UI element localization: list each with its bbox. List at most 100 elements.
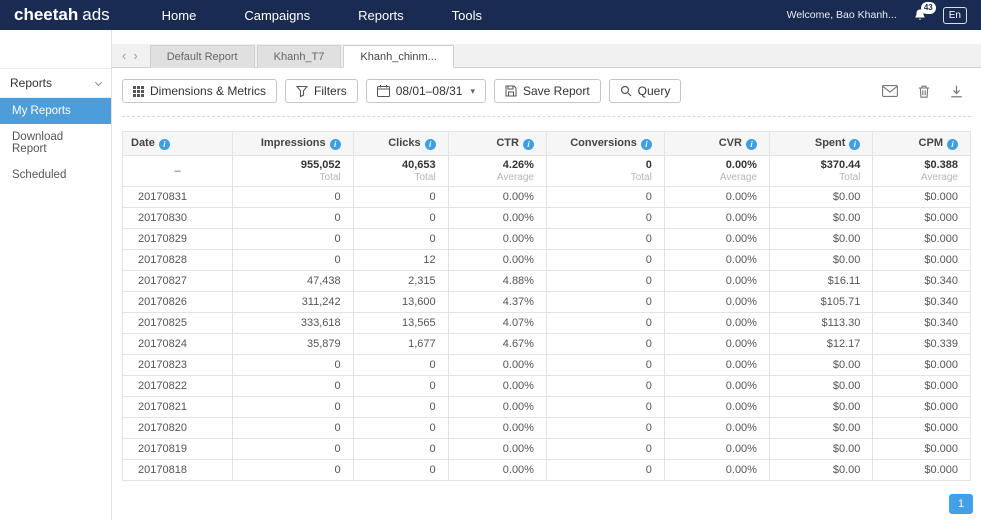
notifications-button[interactable]: 43 — [913, 2, 936, 22]
data-cell: $16.11 — [768, 270, 874, 292]
data-cell: $0.000 — [872, 249, 971, 271]
info-icon[interactable]: i — [745, 139, 757, 150]
data-cell: 2,315 — [352, 270, 449, 292]
save-icon — [505, 85, 517, 97]
totals-date-cell: – — [121, 155, 234, 187]
column-header-cvr[interactable]: CVR i — [663, 131, 770, 156]
sidebar-item-my-reports[interactable]: My Reports — [0, 98, 111, 124]
data-cell: 0 — [232, 375, 354, 397]
info-icon[interactable]: i — [849, 139, 861, 150]
totals-sublabel: Average — [496, 172, 534, 183]
date-cell: 20170827 — [121, 270, 234, 292]
page-1-button[interactable]: 1 — [949, 494, 973, 514]
data-cell: 333,618 — [232, 312, 354, 334]
data-cell: 4.37% — [447, 291, 547, 313]
dimensions-metrics-button[interactable]: Dimensions & Metrics — [122, 79, 278, 103]
download-icon[interactable] — [950, 85, 963, 98]
trash-icon[interactable] — [918, 85, 930, 98]
data-cell: 0.00% — [663, 396, 770, 418]
data-cell: 4.67% — [447, 333, 547, 355]
date-range-button[interactable]: 08/01–08/31 ▾ — [365, 79, 486, 103]
data-cell: 0 — [232, 186, 354, 208]
tab-scroll-left-icon[interactable]: ‹ — [122, 49, 126, 62]
column-header-conversions[interactable]: Conversions i — [545, 131, 665, 156]
data-cell: 0.00% — [447, 375, 547, 397]
totals-value: 955,052 — [300, 159, 341, 171]
data-cell: 0.00% — [663, 417, 770, 439]
app-window: cheetah ads Home Campaigns Reports Tools Wel… — [0, 0, 981, 520]
table-row: 20170823 0 0 0.00% 0 0.00% $0.00 $0.000 — [121, 354, 971, 376]
data-cell: 0.00% — [447, 396, 547, 418]
date-cell: 20170829 — [121, 228, 234, 250]
sidebar-item-scheduled[interactable]: Scheduled — [0, 162, 111, 188]
date-cell: 20170820 — [121, 417, 234, 439]
data-cell: $0.00 — [768, 417, 874, 439]
sidebar-section-reports[interactable]: Reports — [0, 68, 111, 98]
report-table: Date i Impressions i Clicks i CTR i Conversions i… — [121, 131, 971, 481]
query-button[interactable]: Query — [608, 79, 682, 103]
info-icon[interactable]: i — [522, 139, 534, 150]
tab-default-report[interactable]: Default Report — [149, 45, 255, 68]
filters-button[interactable]: Filters — [285, 79, 358, 103]
data-cell: 0 — [232, 249, 354, 271]
language-button[interactable]: En — [942, 6, 967, 24]
data-cell: 0 — [545, 375, 665, 397]
column-header-clicks[interactable]: Clicks i — [352, 131, 449, 156]
header-label: Clicks — [388, 137, 421, 149]
data-cell: $0.00 — [768, 396, 874, 418]
tab-scroll-right-icon[interactable]: › — [133, 49, 137, 62]
email-icon[interactable] — [882, 85, 898, 97]
nav-item-tools[interactable]: Tools — [452, 8, 482, 23]
grid-icon — [133, 85, 144, 97]
data-cell: $113.30 — [768, 312, 874, 334]
nav-item-home[interactable]: Home — [162, 8, 197, 23]
sidebar: Reports My Reports Download Report Schedul… — [0, 30, 112, 520]
info-icon[interactable]: i — [424, 139, 436, 150]
data-cell: 0 — [545, 270, 665, 292]
totals-value: $370.44 — [820, 159, 861, 171]
info-icon[interactable]: i — [329, 139, 341, 150]
column-header-ctr[interactable]: CTR i — [447, 131, 547, 156]
tab-khanh-chinm[interactable]: Khanh_chinm... — [343, 45, 454, 68]
header-label: CVR — [718, 137, 742, 149]
brand-light: ads — [82, 5, 110, 24]
totals-cell: 955,052 Total — [232, 155, 354, 187]
totals-value: 40,653 — [401, 159, 436, 171]
funnel-icon — [296, 85, 309, 97]
data-cell: $105.71 — [768, 291, 874, 313]
data-cell: $0.00 — [768, 459, 874, 481]
data-cell: $0.000 — [872, 438, 971, 460]
dimensions-metrics-label: Dimensions & Metrics — [150, 84, 267, 98]
data-cell: $0.000 — [872, 354, 971, 376]
info-icon[interactable]: i — [947, 139, 958, 150]
totals-cell: $370.44 Total — [768, 155, 874, 187]
header-label: Conversions — [570, 137, 637, 149]
table-row: 20170829 0 0 0.00% 0 0.00% $0.00 $0.000 — [121, 228, 971, 250]
query-label: Query — [637, 84, 671, 98]
column-header-date[interactable]: Date i — [121, 131, 234, 156]
save-report-label: Save Report — [522, 84, 590, 98]
brand-logo[interactable]: cheetah ads — [14, 5, 110, 25]
data-cell: 0 — [352, 354, 449, 376]
username: Bao Khanh... — [836, 9, 897, 21]
info-icon[interactable]: i — [158, 139, 170, 150]
data-cell: 0.00% — [447, 459, 547, 481]
header-label: Date — [131, 137, 155, 149]
column-header-impressions[interactable]: Impressions i — [232, 131, 354, 156]
tab-list: Default Report Khanh_T7 Khanh_chinm... — [149, 45, 456, 68]
data-cell: 0 — [232, 354, 354, 376]
data-cell: 13,565 — [352, 312, 449, 334]
data-cell: 0.00% — [663, 228, 770, 250]
data-cell: 0.00% — [663, 291, 770, 313]
sidebar-item-download-report[interactable]: Download Report — [0, 124, 111, 162]
info-icon[interactable]: i — [640, 139, 652, 150]
data-cell: $0.00 — [768, 354, 874, 376]
tab-khanh-t7[interactable]: Khanh_T7 — [256, 45, 342, 68]
column-header-spent[interactable]: Spent i — [768, 131, 874, 156]
nav-item-reports[interactable]: Reports — [358, 8, 404, 23]
data-cell: 0 — [545, 291, 665, 313]
column-header-cpm[interactable]: CPM i — [872, 131, 971, 156]
save-report-button[interactable]: Save Report — [493, 79, 601, 103]
nav-item-campaigns[interactable]: Campaigns — [244, 8, 310, 23]
data-cell: $0.000 — [872, 396, 971, 418]
